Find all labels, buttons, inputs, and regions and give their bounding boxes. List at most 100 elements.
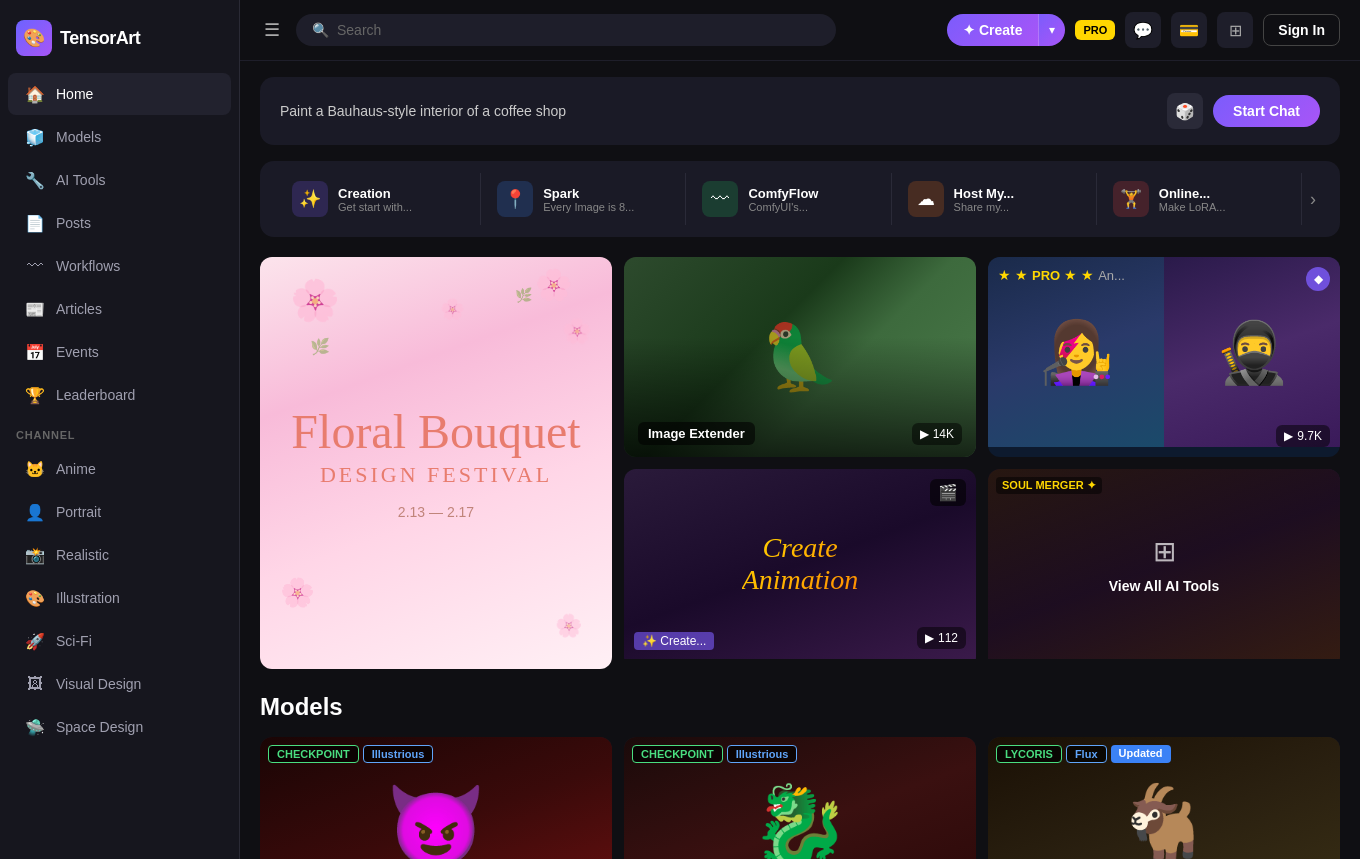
create-button[interactable]: ✦ Create <box>947 14 1038 46</box>
feature-tab-title-creation: Creation <box>338 186 412 201</box>
channel-icon-sci-fi: 🚀 <box>24 630 46 652</box>
feature-tab-text-creation: Creation Get start with... <box>338 186 412 213</box>
feature-tab-comfyflow[interactable]: 〰 ComfyFlow ComfyUI's... <box>686 173 891 225</box>
feature-tab-online[interactable]: 🏋 Online... Make LoRA... <box>1097 173 1302 225</box>
channel-label-realistic: Realistic <box>56 547 109 563</box>
sidebar-item-workflows[interactable]: 〰 Workflows <box>8 245 231 287</box>
channel-item-realistic[interactable]: 📸 Realistic <box>8 534 231 576</box>
feature-tab-sub-spark: Every Image is 8... <box>543 201 634 213</box>
sidebar-item-models[interactable]: 🧊 Models <box>8 116 231 158</box>
floral-title: Floral Bouquet <box>291 406 580 459</box>
channel-item-portrait[interactable]: 👤 Portrait <box>8 491 231 533</box>
wallet-button[interactable]: 💳 <box>1171 12 1207 48</box>
feature-tab-icon-online: 🏋 <box>1113 181 1149 217</box>
hero-actions: 🎲 Start Chat <box>1167 93 1320 129</box>
create-group: ✦ Create ▾ <box>947 14 1065 46</box>
discord-button[interactable]: 💬 <box>1125 12 1161 48</box>
search-input[interactable] <box>337 22 820 38</box>
sidebar-item-home[interactable]: 🏠 Home <box>8 73 231 115</box>
model-badge-checkpoint-2: LYCORIS <box>996 745 1062 763</box>
feature-tab-icon-comfyflow: 〰 <box>702 181 738 217</box>
channel-label-anime: Anime <box>56 461 96 477</box>
play-icon-3: ▶ <box>925 631 934 645</box>
image-extender-card[interactable]: 🦜 Image Extender ▶ 14K <box>624 257 976 457</box>
channel-item-visual-design[interactable]: 🖼 Visual Design <box>8 663 231 705</box>
topbar: ☰ 🔍 ✦ Create ▾ PRO 💬 💳 ⊞ Sign In <box>240 0 1360 61</box>
model-badge-type-1: Illustrious <box>727 745 798 763</box>
floral-card[interactable]: 🌸 🌸 🌸 🌸 🌸 🌸 🌿 🌿 Floral Bouquet Design Fe… <box>260 257 612 669</box>
feature-tab-sub-online: Make LoRA... <box>1159 201 1226 213</box>
model-thumb-1: 🐉 CHECKPOINT Illustrious <box>624 737 976 859</box>
video-icon: 🎬 <box>930 479 966 506</box>
sidebar-item-leaderboard[interactable]: 🏆 Leaderboard <box>8 374 231 416</box>
sidebar-item-articles[interactable]: 📰 Articles <box>8 288 231 330</box>
logo-area: 🎨 TensorArt <box>0 12 239 72</box>
feature-tab-title-spark: Spark <box>543 186 634 201</box>
model-badge-type-2: Flux <box>1066 745 1107 763</box>
feature-tab-sub-host-my: Share my... <box>954 201 1014 213</box>
search-icon: 🔍 <box>312 22 329 38</box>
pro-overlay: ★ ★ PRO ★ ★ An... <box>998 267 1125 283</box>
create-dropdown-button[interactable]: ▾ <box>1038 14 1065 46</box>
view-all-tools-label: View All AI Tools <box>1109 578 1219 594</box>
sidebar-item-events[interactable]: 📅 Events <box>8 331 231 373</box>
nav-icon-posts: 📄 <box>24 212 46 234</box>
feature-tabs-more-button[interactable]: › <box>1302 181 1324 218</box>
channel-item-sci-fi[interactable]: 🚀 Sci-Fi <box>8 620 231 662</box>
apps-button[interactable]: ⊞ <box>1217 12 1253 48</box>
play-icon: ▶ <box>920 427 929 441</box>
nav-icon-home: 🏠 <box>24 83 46 105</box>
content-area: 🌸 🌸 🌸 🌸 🌸 🌸 🌿 🌿 Floral Bouquet Design Fe… <box>240 257 1360 859</box>
model-badge-type-0: Illustrious <box>363 745 434 763</box>
channel-label-portrait: Portrait <box>56 504 101 520</box>
grid-icon: ⊞ <box>1153 535 1176 568</box>
sidebar-item-ai-tools[interactable]: 🔧 AI Tools <box>8 159 231 201</box>
main-content: ☰ 🔍 ✦ Create ▾ PRO 💬 💳 ⊞ Sign In Paint a… <box>240 0 1360 859</box>
floral-subtitle: Design Festival <box>291 462 580 488</box>
feature-tab-title-online: Online... <box>1159 186 1226 201</box>
menu-button[interactable]: ☰ <box>260 15 284 45</box>
nav-icon-events: 📅 <box>24 341 46 363</box>
dice-button[interactable]: 🎲 <box>1167 93 1203 129</box>
model-badges-0: CHECKPOINT Illustrious <box>268 745 433 763</box>
channel-icon-visual-design: 🖼 <box>24 673 46 695</box>
start-chat-button[interactable]: Start Chat <box>1213 95 1320 127</box>
nav-icon-models: 🧊 <box>24 126 46 148</box>
model-card-2[interactable]: 🐐 LYCORIS Flux Updated <box>988 737 1340 859</box>
play-icon-2: ▶ <box>1284 429 1293 443</box>
nav-icon-leaderboard: 🏆 <box>24 384 46 406</box>
model-badge-updated-2: Updated <box>1111 745 1171 763</box>
ai-tools-card[interactable]: ⊞ View All AI Tools SOUL MERGER ✦ <box>988 469 1340 669</box>
channel-item-space-design[interactable]: 🛸 Space Design <box>8 706 231 748</box>
chars-stat: ▶ 9.7K <box>1276 425 1330 447</box>
animation-card[interactable]: CreateAnimation 🎬 ✨ Create... ▶ 112 <box>624 469 976 669</box>
model-badge-checkpoint-0: CHECKPOINT <box>268 745 359 763</box>
char-img-1: 👩‍🎤 <box>988 257 1164 447</box>
image-extender-tag: Image Extender <box>638 422 755 445</box>
nav-label-leaderboard: Leaderboard <box>56 387 135 403</box>
feature-tab-creation[interactable]: ✨ Creation Get start with... <box>276 173 481 225</box>
channel-item-illustration[interactable]: 🎨 Illustration <box>8 577 231 619</box>
chars-name: An... <box>1098 268 1125 283</box>
animation-text: CreateAnimation <box>742 532 859 596</box>
topbar-actions: ✦ Create ▾ PRO 💬 💳 ⊞ Sign In <box>947 12 1340 48</box>
feature-tab-icon-creation: ✨ <box>292 181 328 217</box>
nav-icon-workflows: 〰 <box>24 255 46 277</box>
anim-badge-text: ✨ Create... <box>634 632 714 650</box>
feature-tab-text-host-my: Host My... Share my... <box>954 186 1014 213</box>
feature-tab-host-my[interactable]: ☁ Host My... Share my... <box>892 173 1097 225</box>
channel-icon-realistic: 📸 <box>24 544 46 566</box>
model-card-1[interactable]: 🐉 CHECKPOINT Illustrious <box>624 737 976 859</box>
feature-tab-spark[interactable]: 📍 Spark Every Image is 8... <box>481 173 686 225</box>
sidebar: 🎨 TensorArt 🏠 Home 🧊 Models 🔧 AI Tools 📄… <box>0 0 240 859</box>
characters-card[interactable]: 👩‍🎤 🥷 ★ ★ PRO ★ ★ An... ▶ 9.7K <box>988 257 1340 457</box>
feature-tab-icon-host-my: ☁ <box>908 181 944 217</box>
channel-icon-space-design: 🛸 <box>24 716 46 738</box>
channel-icon-illustration: 🎨 <box>24 587 46 609</box>
channel-label-visual-design: Visual Design <box>56 676 141 692</box>
search-bar[interactable]: 🔍 <box>296 14 836 46</box>
model-card-0[interactable]: 😈 CHECKPOINT Illustrious <box>260 737 612 859</box>
sidebar-item-posts[interactable]: 📄 Posts <box>8 202 231 244</box>
sign-in-button[interactable]: Sign In <box>1263 14 1340 46</box>
channel-item-anime[interactable]: 🐱 Anime <box>8 448 231 490</box>
